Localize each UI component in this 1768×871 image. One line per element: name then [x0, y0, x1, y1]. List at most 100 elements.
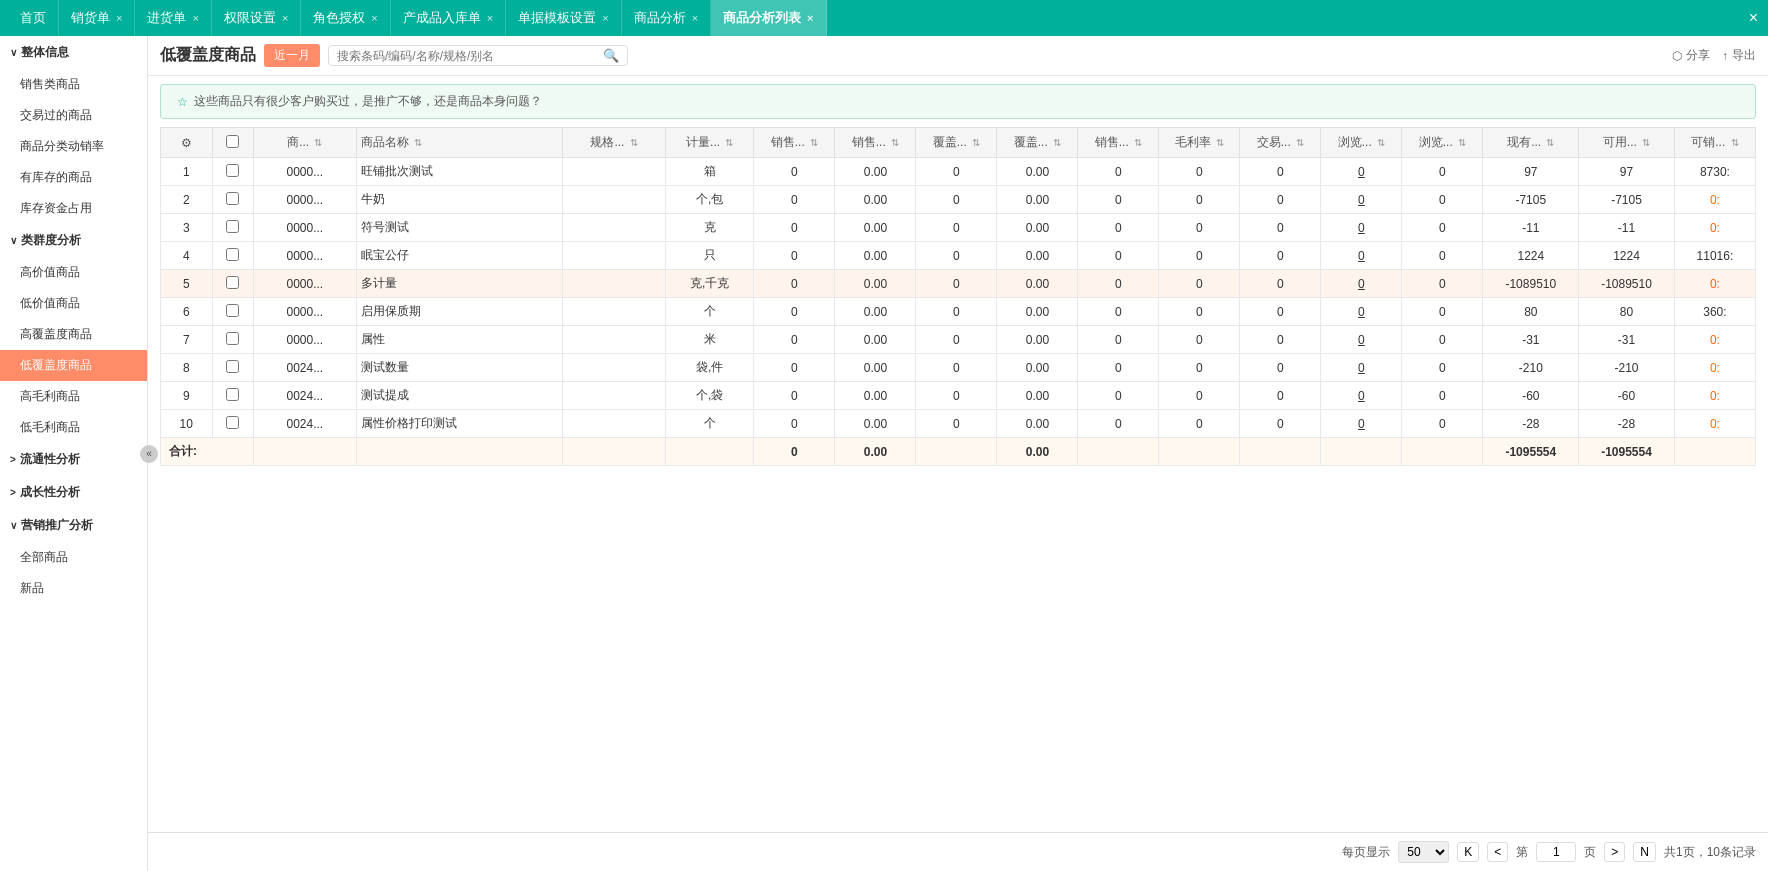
sort-icon[interactable]: ⇅	[1546, 137, 1554, 148]
row-browse1[interactable]: 0	[1321, 382, 1402, 410]
sidebar-item-all-goods[interactable]: 全部商品	[0, 542, 147, 573]
sort-icon[interactable]: ⇅	[314, 137, 322, 148]
row-browse1[interactable]: 0	[1321, 186, 1402, 214]
row-now: -60	[1483, 382, 1579, 410]
sidebar-item-stocked-goods[interactable]: 有库存的商品	[0, 162, 147, 193]
row-checkbox[interactable]	[226, 416, 239, 429]
sort-icon[interactable]: ⇅	[414, 137, 422, 148]
row-browse1[interactable]: 0	[1321, 326, 1402, 354]
row-checkbox[interactable]	[226, 220, 239, 233]
sort-icon[interactable]: ⇅	[1377, 137, 1385, 148]
sidebar-section-cluster[interactable]: ∨ 类群度分析	[0, 224, 147, 257]
row-now: -7105	[1483, 186, 1579, 214]
select-all-checkbox[interactable]	[226, 135, 239, 148]
row-checkbox[interactable]	[226, 304, 239, 317]
close-all-button[interactable]: ×	[1749, 9, 1758, 27]
search-input[interactable]	[337, 49, 603, 63]
row-sales-x: 0	[1078, 410, 1159, 438]
sidebar-toggle-button[interactable]: «	[140, 445, 158, 463]
sidebar-section-growth[interactable]: > 成长性分析	[0, 476, 147, 509]
sidebar-section-overall[interactable]: ∨ 整体信息	[0, 36, 147, 69]
sidebar-item-low-value[interactable]: 低价值商品	[0, 288, 147, 319]
share-button[interactable]: ⬡ 分享	[1672, 47, 1710, 64]
row-checkbox[interactable]	[226, 332, 239, 345]
first-page-button[interactable]: K	[1457, 842, 1479, 862]
sidebar-item-high-value[interactable]: 高价值商品	[0, 257, 147, 288]
row-checkbox[interactable]	[226, 192, 239, 205]
sort-icon[interactable]: ⇅	[1731, 137, 1739, 148]
sort-icon[interactable]: ⇅	[1458, 137, 1466, 148]
col-header-check[interactable]	[212, 128, 253, 158]
export-button[interactable]: ↑ 导出	[1722, 47, 1756, 64]
sidebar-section-marketing[interactable]: ∨ 营销推广分析	[0, 509, 147, 542]
close-icon[interactable]: ×	[192, 12, 198, 24]
row-saleable: 8730:	[1674, 158, 1755, 186]
row-checkbox[interactable]	[226, 276, 239, 289]
row-code: 0000...	[253, 298, 356, 326]
sort-icon[interactable]: ⇅	[1642, 137, 1650, 148]
close-icon[interactable]: ×	[692, 12, 698, 24]
sidebar-item-new-goods[interactable]: 新品	[0, 573, 147, 604]
row-gross: 0	[1159, 410, 1240, 438]
row-tx: 0	[1240, 382, 1321, 410]
row-browse1[interactable]: 0	[1321, 158, 1402, 186]
row-sales-count: 0	[754, 354, 835, 382]
row-browse1[interactable]: 0	[1321, 270, 1402, 298]
row-saleable: 0:	[1674, 410, 1755, 438]
row-checkbox[interactable]	[226, 248, 239, 261]
col-header-settings[interactable]: ⚙	[161, 128, 213, 158]
sidebar-item-sales-goods[interactable]: 销售类商品	[0, 69, 147, 100]
row-browse1[interactable]: 0	[1321, 214, 1402, 242]
nav-tab-home[interactable]: 首页	[8, 0, 59, 36]
nav-tab-product-entry[interactable]: 产成品入库单 ×	[391, 0, 506, 36]
row-cover2: 0.00	[997, 326, 1078, 354]
sidebar-item-high-profit[interactable]: 高毛利商品	[0, 381, 147, 412]
row-browse1[interactable]: 0	[1321, 242, 1402, 270]
row-browse1[interactable]: 0	[1321, 410, 1402, 438]
nav-tab-permissions[interactable]: 权限设置 ×	[212, 0, 301, 36]
nav-tab-product-analysis-list[interactable]: 商品分析列表 ×	[711, 0, 826, 36]
nav-tab-template[interactable]: 单据模板设置 ×	[506, 0, 621, 36]
close-icon[interactable]: ×	[487, 12, 493, 24]
sidebar-item-low-coverage[interactable]: 低覆盖度商品	[0, 350, 147, 381]
share-icon: ⬡	[1672, 49, 1682, 63]
sidebar-item-category-rate[interactable]: 商品分类动销率	[0, 131, 147, 162]
row-checkbox[interactable]	[226, 360, 239, 373]
sort-icon[interactable]: ⇅	[1053, 137, 1061, 148]
sidebar-item-traded-goods[interactable]: 交易过的商品	[0, 100, 147, 131]
sidebar-section-circulation[interactable]: > 流通性分析	[0, 443, 147, 476]
sort-icon[interactable]: ⇅	[972, 137, 980, 148]
nav-tab-sales[interactable]: 销货单 ×	[59, 0, 135, 36]
sidebar-item-inventory-capital[interactable]: 库存资金占用	[0, 193, 147, 224]
close-icon[interactable]: ×	[116, 12, 122, 24]
prev-page-button[interactable]: <	[1487, 842, 1508, 862]
row-browse1[interactable]: 0	[1321, 354, 1402, 382]
sort-icon[interactable]: ⇅	[725, 137, 733, 148]
last-page-button[interactable]: N	[1633, 842, 1656, 862]
close-icon[interactable]: ×	[282, 12, 288, 24]
sort-icon[interactable]: ⇅	[810, 137, 818, 148]
close-icon[interactable]: ×	[371, 12, 377, 24]
page-size-select[interactable]: 50 100 200	[1398, 841, 1449, 863]
row-checkbox[interactable]	[226, 164, 239, 177]
sort-icon[interactable]: ⇅	[1216, 137, 1224, 148]
next-page-button[interactable]: >	[1604, 842, 1625, 862]
row-browse1[interactable]: 0	[1321, 298, 1402, 326]
sort-icon[interactable]: ⇅	[630, 137, 638, 148]
nav-tab-product-analysis[interactable]: 商品分析 ×	[622, 0, 711, 36]
page-input[interactable]	[1536, 842, 1576, 862]
sidebar-item-high-coverage[interactable]: 高覆盖度商品	[0, 319, 147, 350]
sort-icon[interactable]: ⇅	[1134, 137, 1142, 148]
sidebar-item-low-profit[interactable]: 低毛利商品	[0, 412, 147, 443]
row-sales-count: 0	[754, 158, 835, 186]
nav-tab-purchase[interactable]: 进货单 ×	[135, 0, 211, 36]
row-index: 10	[161, 410, 213, 438]
sort-icon[interactable]: ⇅	[891, 137, 899, 148]
row-checkbox-cell	[212, 298, 253, 326]
close-icon[interactable]: ×	[807, 12, 813, 24]
date-filter-button[interactable]: 近一月	[264, 44, 320, 67]
nav-tab-role-auth[interactable]: 角色授权 ×	[301, 0, 390, 36]
close-icon[interactable]: ×	[602, 12, 608, 24]
sort-icon[interactable]: ⇅	[1296, 137, 1304, 148]
row-checkbox[interactable]	[226, 388, 239, 401]
